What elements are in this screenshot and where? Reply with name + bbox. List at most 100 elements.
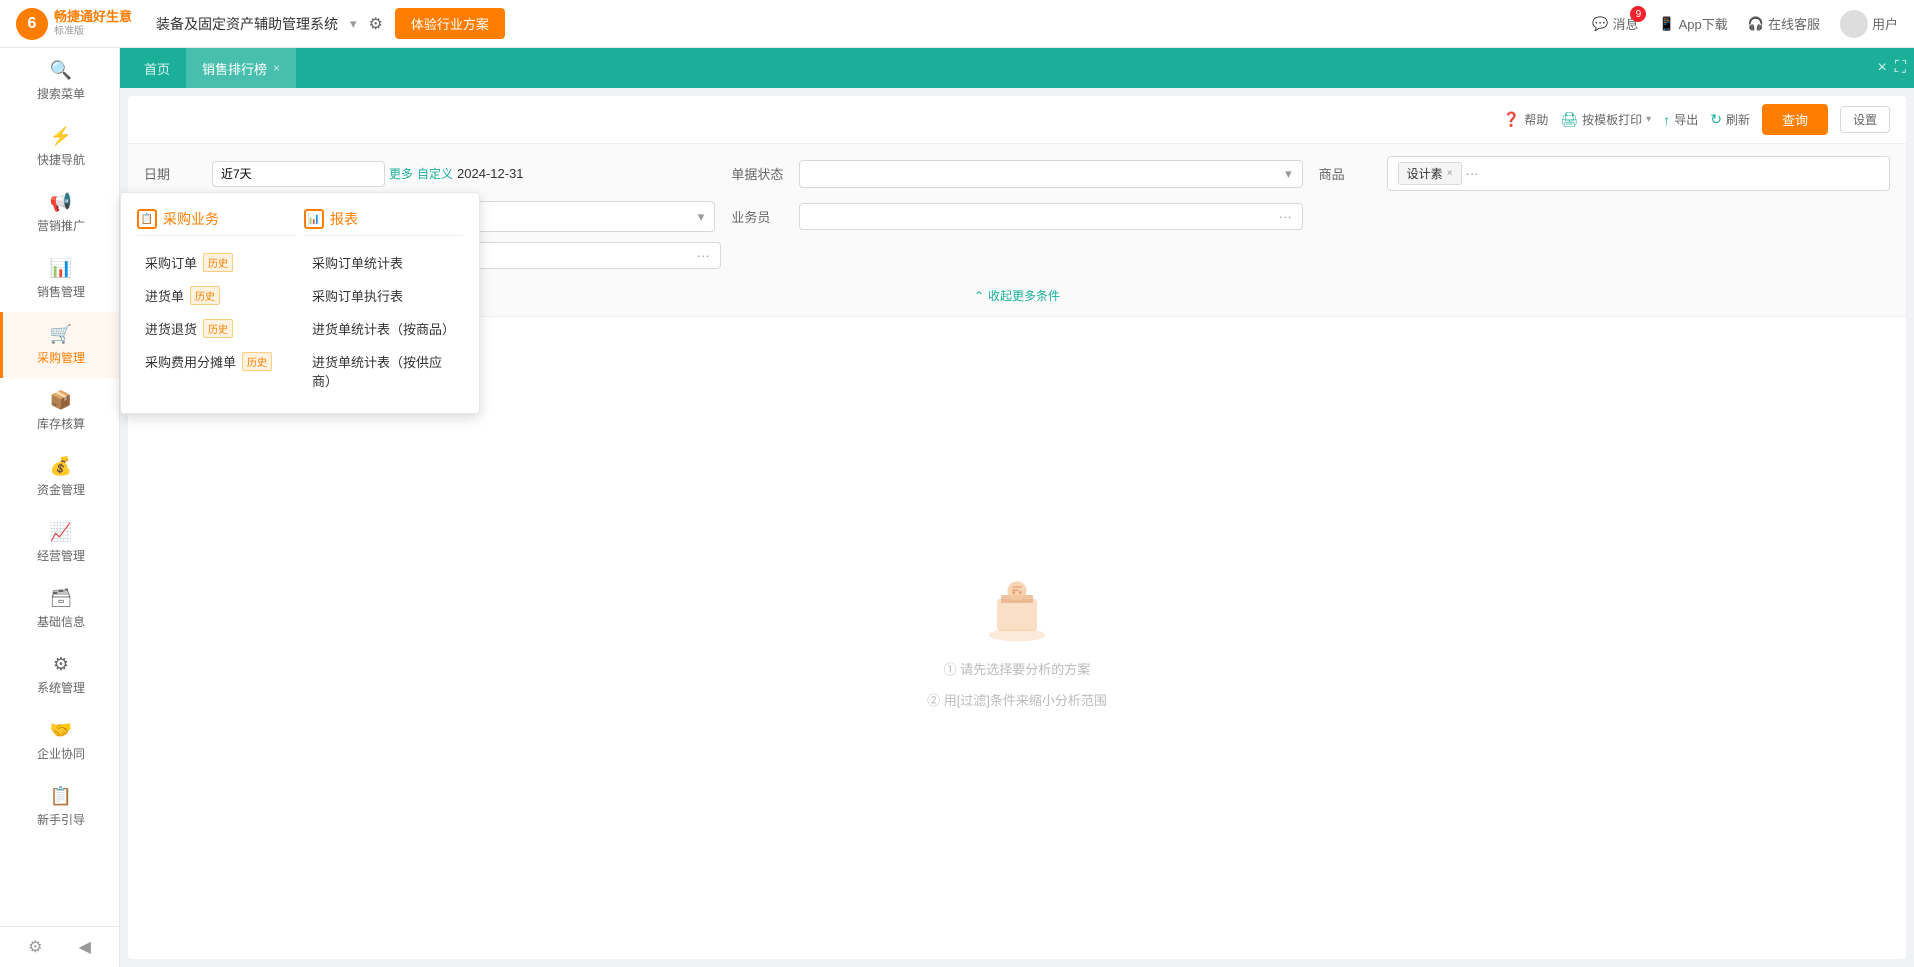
inventory-icon: 📦 (50, 390, 72, 411)
industry-btn[interactable]: 体验行业方案 (395, 8, 505, 39)
salesperson-label: 业务员 (731, 207, 791, 226)
sales-icon: 📊 (50, 258, 72, 279)
menu-item-receive-by-supplier[interactable]: 进货单统计表（按供应商） (304, 345, 463, 397)
menu-item-purchase-expense[interactable]: 采购费用分摊单 历史 (137, 345, 296, 378)
date-input[interactable] (212, 161, 385, 187)
avatar (1840, 10, 1868, 38)
message-btn[interactable]: 💬 消息 9 (1592, 14, 1638, 33)
operations-icon: 📈 (50, 522, 72, 543)
guide-icon: 📋 (50, 786, 72, 807)
content-area: 首页 销售排行榜 × × ⛶ ❓ 帮助 🖨 按模板打印 (120, 48, 1914, 967)
message-badge: 9 (1630, 6, 1646, 22)
sidebar-item-sales[interactable]: 📊 销售管理 (0, 246, 119, 312)
logo-area: 6 畅捷通好生意 标准版 (16, 8, 136, 40)
main-layout: 🔍 搜索菜单 ⚡ 快捷导航 📢 营销推广 📊 销售管理 🛒 采购管理 📦 库存核… (0, 48, 1914, 967)
sidebar-item-system[interactable]: ⚙ 系统管理 (0, 642, 119, 708)
voucher-status-input[interactable]: ▾ (799, 160, 1302, 188)
purchase-col-title: 📋 采购业务 (137, 209, 296, 236)
sidebar-item-guide[interactable]: 📋 新手引导 (0, 774, 119, 840)
menu-item-receive-by-goods[interactable]: 进货单统计表（按商品） (304, 312, 463, 345)
empty-illustration (977, 567, 1057, 647)
sidebar-collapse-icon[interactable]: ◀ (79, 937, 91, 957)
sidebar-item-basic-info[interactable]: 🗃 基础信息 (0, 576, 119, 642)
sidebar-item-purchase[interactable]: 🛒 采购管理 (0, 312, 119, 378)
user-btn[interactable]: 用户 (1840, 10, 1898, 38)
tab-controls: × ⛶ (1877, 59, 1906, 77)
date-more[interactable]: 更多 (389, 165, 413, 182)
tab-maximize-icon[interactable]: ⛶ (1895, 59, 1906, 77)
message-icon: 💬 (1592, 16, 1608, 32)
sidebar-item-finance[interactable]: 💰 资金管理 (0, 444, 119, 510)
headset-icon: 🎧 (1748, 16, 1764, 32)
header-right: 💬 消息 9 📱 App下载 🎧 在线客服 用户 (1592, 10, 1898, 38)
history-tag-3: 历史 (203, 319, 233, 338)
menu-item-purchase-return[interactable]: 进货退货 历史 (137, 312, 296, 345)
sidebar-item-operations[interactable]: 📈 经营管理 (0, 510, 119, 576)
goods-tag-close[interactable]: × (1447, 168, 1453, 179)
goods-filter: 商品 设计素 × ··· (1319, 156, 1890, 191)
settings-small-btn[interactable]: 设置 (1840, 106, 1890, 133)
filter-row-1: 日期 更多 自定义 2024-12-31 单据状态 ▾ (144, 156, 1890, 191)
tab-close-all-icon[interactable]: × (1877, 59, 1886, 77)
menu-item-purchase-receive[interactable]: 进货单 历史 (137, 279, 296, 312)
history-tag-2: 历史 (190, 286, 220, 305)
refresh-icon: ↻ (1710, 111, 1722, 128)
date-range: 更多 自定义 2024-12-31 (212, 161, 524, 187)
voucher-status-dropdown-icon: ▾ (1285, 166, 1292, 182)
report-col-title: 📊 报表 (304, 209, 463, 236)
goods-input[interactable]: 设计素 × ··· (1387, 156, 1890, 191)
goods-more-dots[interactable]: ··· (1466, 166, 1479, 181)
sidebar: 🔍 搜索菜单 ⚡ 快捷导航 📢 营销推广 📊 销售管理 🛒 采购管理 📦 库存核… (0, 48, 120, 967)
online-service-btn[interactable]: 🎧 在线客服 (1748, 14, 1820, 33)
basic-info-icon: 🗃 (50, 588, 73, 609)
sidebar-settings-icon[interactable]: ⚙ (28, 937, 42, 957)
purchase-icon: 🛒 (50, 324, 72, 345)
menu-item-purchase-order[interactable]: 采购订单 历史 (137, 246, 296, 279)
empty-tip-1: ① 请先选择要分析的方案 (944, 659, 1091, 678)
system-icon: ⚙ (53, 654, 69, 675)
rank-dropdown-icon: ▾ (698, 209, 705, 225)
collapse-btn[interactable]: ⌃ 收起更多条件 (974, 287, 1060, 304)
settings-icon[interactable]: ⚙ (369, 14, 383, 34)
help-btn[interactable]: ❓ 帮助 (1503, 111, 1548, 128)
sidebar-item-quicknav[interactable]: ⚡ 快捷导航 (0, 114, 119, 180)
tab-bar: 首页 销售排行榜 × × ⛶ (120, 48, 1914, 88)
sidebar-item-marketing[interactable]: 📢 营销推广 (0, 180, 119, 246)
salesperson-more-dots[interactable]: ··· (1279, 209, 1292, 224)
print-dropdown-icon[interactable]: ▾ (1646, 114, 1651, 125)
print-icon: 🖨 (1560, 111, 1578, 128)
query-btn[interactable]: 查询 (1762, 104, 1828, 135)
header-center: 装备及固定资产辅助管理系统 ▾ ⚙ 体验行业方案 (136, 8, 1592, 39)
help-icon: ❓ (1503, 111, 1520, 128)
sidebar-item-inventory[interactable]: 📦 库存核算 (0, 378, 119, 444)
phone-icon: 📱 (1658, 16, 1674, 32)
top-header: 6 畅捷通好生意 标准版 装备及固定资产辅助管理系统 ▾ ⚙ 体验行业方案 💬 … (0, 0, 1914, 48)
tab-close-icon[interactable]: × (273, 61, 280, 75)
customer-more-dots[interactable]: ··· (697, 248, 710, 263)
system-dropdown-arrow[interactable]: ▾ (350, 16, 357, 32)
tab-home[interactable]: 首页 (128, 48, 186, 88)
date-custom[interactable]: 自定义 (417, 165, 453, 182)
report-col-icon: 📊 (304, 209, 324, 229)
logo-sub: 标准版 (54, 25, 132, 38)
app-download-btn[interactable]: 📱 App下载 (1658, 14, 1727, 33)
search-icon: 🔍 (50, 60, 72, 81)
logo-icon: 6 (16, 8, 48, 40)
menu-item-order-exec[interactable]: 采购订单执行表 (304, 279, 463, 312)
sidebar-item-search[interactable]: 🔍 搜索菜单 (0, 48, 119, 114)
finance-icon: 💰 (50, 456, 72, 477)
date-filter: 日期 更多 自定义 2024-12-31 (144, 161, 715, 187)
sidebar-item-cooperation[interactable]: 🤝 企业协同 (0, 708, 119, 774)
export-btn[interactable]: ↑ 导出 (1663, 111, 1698, 128)
menu-item-order-stats[interactable]: 采购订单统计表 (304, 246, 463, 279)
template-print-btn[interactable]: 🖨 按模板打印 ▾ (1560, 111, 1651, 128)
quicknav-icon: ⚡ (50, 126, 72, 147)
refresh-btn[interactable]: ↻ 刷新 (1710, 111, 1750, 128)
goods-label: 商品 (1319, 164, 1379, 183)
purchase-dropdown-menu: 📋 采购业务 采购订单 历史 进货单 历史 进货退货 历史 采购费用分摊单 历史 (120, 192, 480, 414)
history-tag-1: 历史 (203, 253, 233, 272)
system-title: 装备及固定资产辅助管理系统 (156, 14, 338, 34)
tab-sales-rank[interactable]: 销售排行榜 × (186, 48, 296, 88)
salesperson-input[interactable]: ··· (799, 203, 1302, 230)
purchase-col-icon: 📋 (137, 209, 157, 229)
